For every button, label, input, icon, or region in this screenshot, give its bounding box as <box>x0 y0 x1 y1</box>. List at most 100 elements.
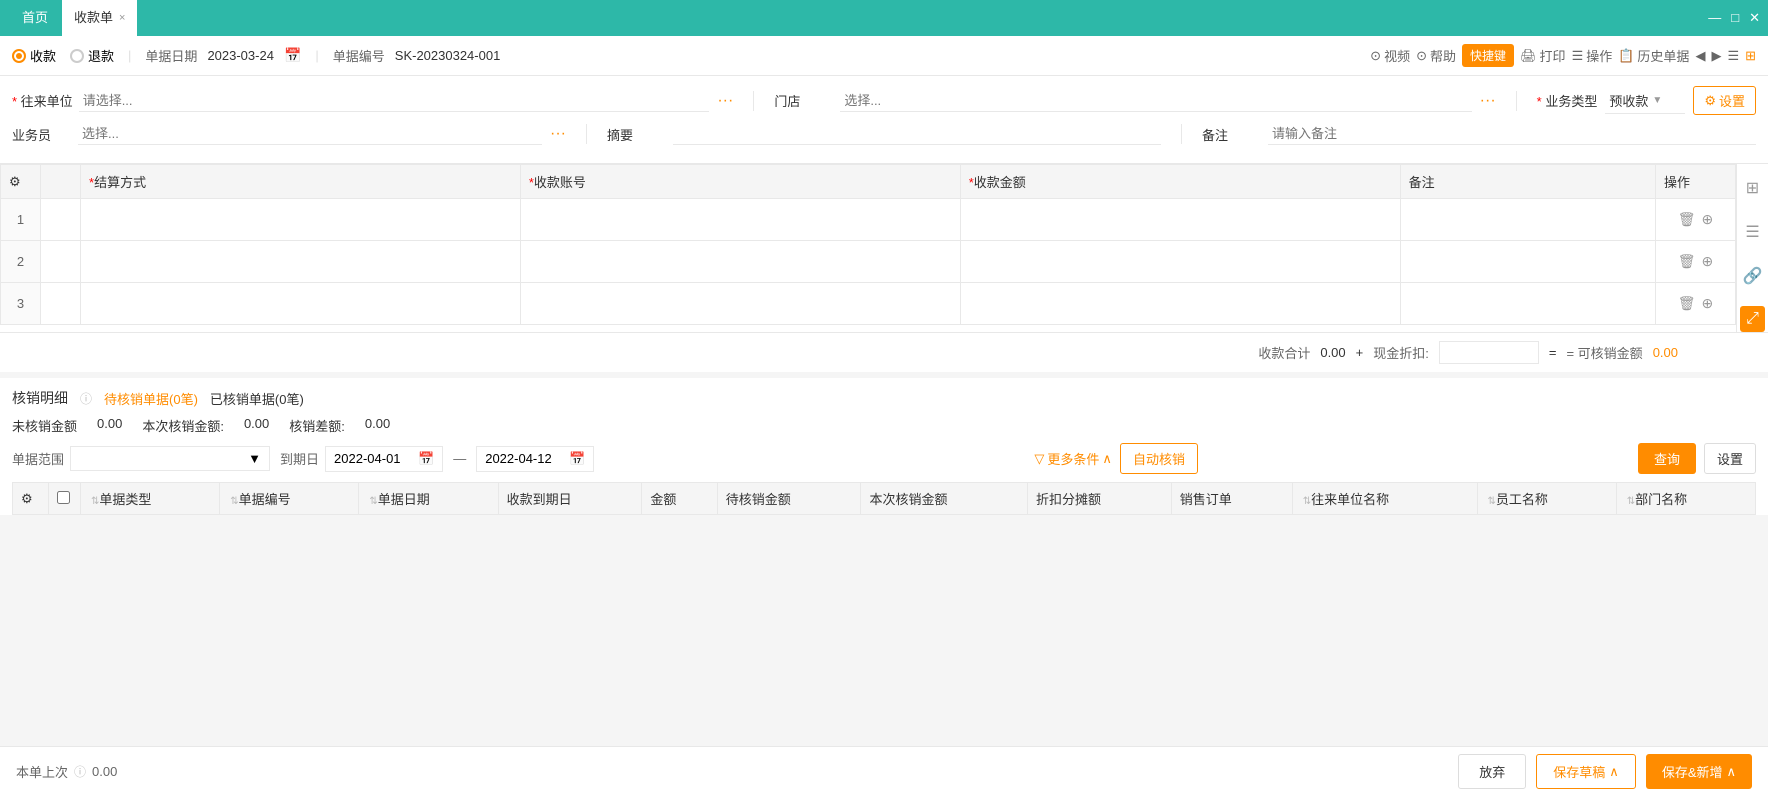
query-button[interactable]: 查询 <box>1638 443 1696 474</box>
settings-button[interactable]: ⚙ 设置 <box>1693 86 1756 115</box>
total-value: 0.00 <box>1320 345 1345 360</box>
tab-active-label: 收款单 <box>74 0 113 36</box>
radio-receive-dot <box>12 49 26 63</box>
date-to-calendar-icon[interactable]: 📅 <box>569 451 585 467</box>
tab-done[interactable]: 已核销单据(0笔) <box>210 389 304 408</box>
tab-pending[interactable]: 待核销单据(0笔) <box>104 389 198 408</box>
bottom-label: 本单上次 <box>16 762 68 781</box>
nav-prev-icon[interactable]: ◀ <box>1695 48 1705 64</box>
row-3-copy-icon[interactable]: ⊕ <box>1702 295 1714 312</box>
help-btn[interactable]: ⊙ 帮助 <box>1416 46 1456 65</box>
row-3-payment[interactable] <box>81 283 521 325</box>
hexiao-header: 核销明细 ⓘ 待核销单据(0笔) 已核销单据(0笔) <box>12 388 1756 408</box>
sidebar-expand-icon[interactable]: ⤢ <box>1740 306 1765 332</box>
radio-receive-label: 收款 <box>30 46 56 65</box>
sidebar-link-icon[interactable]: 🔗 <box>1739 262 1767 290</box>
salesperson-more-icon[interactable]: ··· <box>550 125 566 143</box>
radio-receive[interactable]: 收款 <box>12 46 56 65</box>
salesperson-input[interactable] <box>78 123 542 145</box>
sep1: | <box>128 48 131 63</box>
date-from-input[interactable] <box>334 451 414 466</box>
view-list-icon[interactable]: ☰ <box>1727 48 1739 64</box>
counterparty-input[interactable] <box>79 90 710 112</box>
counterparty-label: 往来单位 <box>12 91 73 110</box>
row-1-payment[interactable] <box>81 199 521 241</box>
print-btn[interactable]: 🖨 打印 <box>1520 46 1566 65</box>
radio-refund[interactable]: 退款 <box>70 46 114 65</box>
form-row-1: 往来单位 ··· 门店 ··· 业务类型 预收款 ▼ ⚙ 设置 <box>12 86 1756 115</box>
table-row: 1 🗑 ⊕ <box>1 199 1736 241</box>
row-2-amount[interactable] <box>960 241 1400 283</box>
sidebar-grid-icon[interactable]: ⊞ <box>1742 174 1763 202</box>
discount-input[interactable] <box>1439 341 1539 364</box>
auto-cancel-button[interactable]: 自动核销 <box>1120 443 1198 474</box>
more-conditions-btn[interactable]: ▽ 更多条件 ∧ <box>1034 449 1112 468</box>
row-2-payment[interactable] <box>81 241 521 283</box>
maximize-icon[interactable]: □ <box>1731 10 1739 26</box>
settings-gear-icon: ⚙ <box>1704 93 1716 109</box>
row-2-delete-icon[interactable]: 🗑 <box>1678 253 1696 270</box>
date-from-picker[interactable]: 📅 <box>325 446 443 472</box>
counterparty-more-icon[interactable]: ··· <box>717 92 733 110</box>
range-select[interactable]: ▼ <box>70 446 270 471</box>
sidebar-list-icon[interactable]: ☰ <box>1741 218 1763 246</box>
bottom-info-icon[interactable]: ⓘ <box>74 763 86 780</box>
row-1-num: 1 <box>1 199 41 241</box>
minimize-icon[interactable]: — <box>1708 10 1721 26</box>
date-from-calendar-icon[interactable]: 📅 <box>418 451 434 467</box>
abandon-button[interactable]: 放弃 <box>1458 754 1526 789</box>
hexiao-title: 核销明细 <box>12 388 68 408</box>
diff-label: 核销差额: <box>289 416 345 435</box>
row-1-remark[interactable] <box>1400 199 1655 241</box>
more-chevron-icon: ∧ <box>1102 451 1112 467</box>
operation-btn[interactable]: ☰ 操作 <box>1572 46 1613 65</box>
tab-home[interactable]: 首页 <box>8 0 62 36</box>
save-draft-button[interactable]: 保存草稿 ∧ <box>1536 754 1636 789</box>
shortcut-btn[interactable]: 快捷键 <box>1462 44 1514 67</box>
toolbar-right: ⊙ 视频 ⊙ 帮助 快捷键 🖨 打印 ☰ 操作 📋 历史单据 ◀ ▶ ☰ ⊞ <box>1370 44 1756 67</box>
select-all-checkbox[interactable] <box>57 491 70 504</box>
hexiao-info-icon[interactable]: ⓘ <box>80 390 92 407</box>
row-3-delete-icon[interactable]: 🗑 <box>1678 295 1696 312</box>
radio-refund-label: 退款 <box>88 46 114 65</box>
row-1-copy-icon[interactable]: ⊕ <box>1702 211 1714 228</box>
table-settings-button[interactable]: 设置 <box>1704 443 1756 474</box>
row-1-delete-icon[interactable]: 🗑 <box>1678 211 1696 228</box>
bottom-col-docno-header: ⇅单据编号 <box>220 483 359 515</box>
view-grid-icon[interactable]: ⊞ <box>1745 48 1756 64</box>
row-2-account[interactable] <box>520 241 960 283</box>
summary-input[interactable] <box>673 123 1161 145</box>
store-more-icon[interactable]: ··· <box>1480 92 1496 110</box>
due-date-field: 到期日 📅 — 📅 <box>280 446 594 472</box>
save-new-button[interactable]: 保存&新增 ∧ <box>1646 754 1752 789</box>
bottom-settings-icon[interactable]: ⚙ <box>21 491 33 506</box>
row-2-copy-icon[interactable]: ⊕ <box>1702 253 1714 270</box>
current-label: 本次核销金额: <box>142 416 224 435</box>
store-input[interactable] <box>840 90 1471 112</box>
business-type-select[interactable]: 预收款 ▼ <box>1605 88 1685 114</box>
row-3-account[interactable] <box>520 283 960 325</box>
row-1-amount[interactable] <box>960 199 1400 241</box>
history-btn[interactable]: 📋 历史单据 <box>1618 46 1689 65</box>
tab-active[interactable]: 收款单 × <box>62 0 137 36</box>
bottom-col-current-header: 本次核销金额 <box>861 483 1028 515</box>
row-1-account[interactable] <box>520 199 960 241</box>
bottom-col-checkbox-header[interactable] <box>49 483 81 515</box>
bottom-col-setting-header[interactable]: ⚙ <box>13 483 49 515</box>
col-setting-header[interactable]: ⚙ <box>1 165 41 199</box>
tab-close-icon[interactable]: × <box>119 0 125 36</box>
counterparty-field: 往来单位 ··· <box>12 90 733 112</box>
total-label: 收款合计 <box>1258 343 1310 362</box>
nav-next-icon[interactable]: ▶ <box>1711 48 1721 64</box>
row-3-remark[interactable] <box>1400 283 1655 325</box>
date-to-input[interactable] <box>485 451 565 466</box>
row-2-remark[interactable] <box>1400 241 1655 283</box>
video-btn[interactable]: ⊙ 视频 <box>1370 46 1410 65</box>
remark-input[interactable] <box>1268 123 1756 145</box>
row-3-amount[interactable] <box>960 283 1400 325</box>
plus-sign: + <box>1356 345 1364 360</box>
date-icon[interactable]: 📅 <box>284 47 301 64</box>
date-to-picker[interactable]: 📅 <box>476 446 594 472</box>
close-icon[interactable]: ✕ <box>1749 10 1760 26</box>
settings-icon[interactable]: ⚙ <box>9 174 21 189</box>
